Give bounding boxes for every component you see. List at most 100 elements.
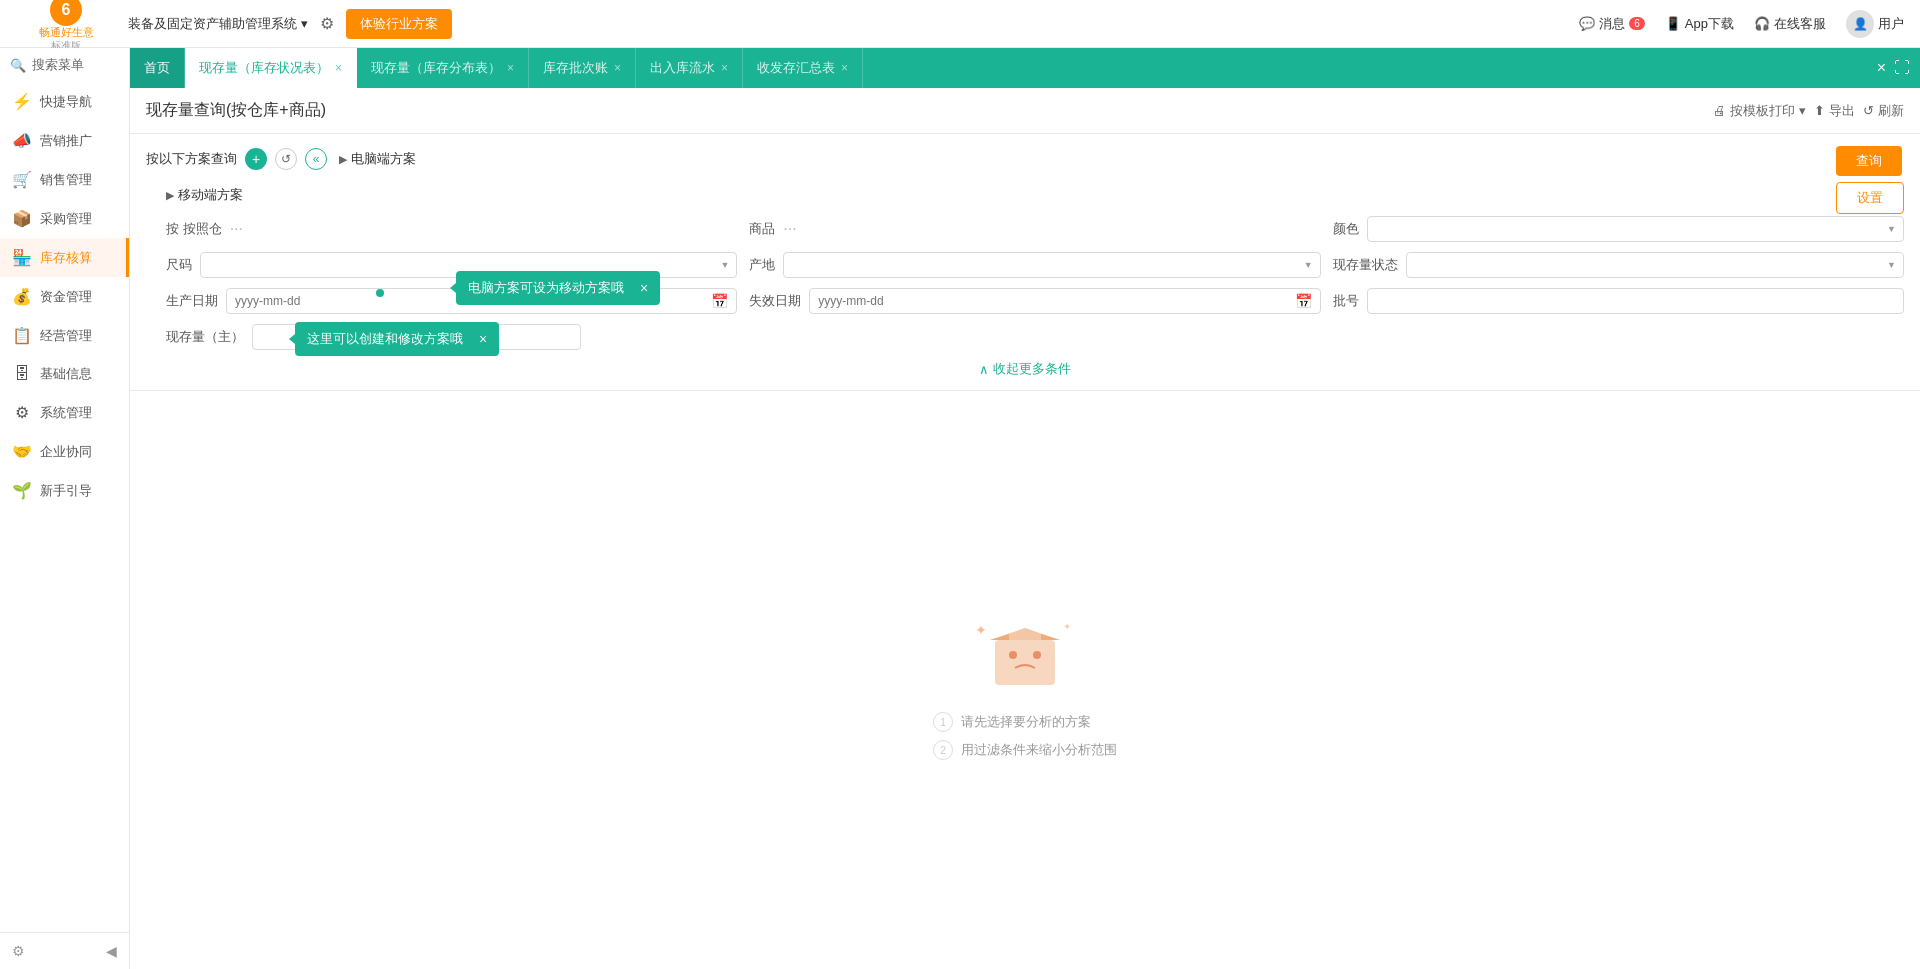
- step-1-text: 请先选择要分析的方案: [961, 713, 1091, 731]
- search-menu-button[interactable]: 🔍 搜索菜单: [0, 48, 129, 82]
- svg-text:✦: ✦: [975, 622, 987, 638]
- page-header: 现存量查询(按仓库+商品) 🖨 按模板打印 ▾ ⬆ 导出 ↺ 刷新: [130, 88, 1920, 134]
- filter-row-2: 尺码 产地 现存量状态: [166, 252, 1904, 278]
- print-button[interactable]: 🖨 按模板打印 ▾: [1713, 102, 1806, 120]
- desktop-scheme-item[interactable]: ▶ 电脑端方案: [339, 146, 416, 172]
- sidebar-item-quick-nav[interactable]: ⚡ 快捷导航: [0, 82, 129, 121]
- refresh-button[interactable]: ↺ 刷新: [1863, 102, 1904, 120]
- empty-step-2: 2 用过滤条件来缩小分析范围: [933, 740, 1117, 760]
- tab-close-all-button[interactable]: ×: [1877, 59, 1886, 77]
- tab-batch-account-close[interactable]: ×: [614, 61, 621, 75]
- tab-collect-summary[interactable]: 收发存汇总表 ×: [743, 48, 863, 88]
- goods-filter-item: 商品 ···: [749, 220, 1320, 238]
- tab-minimize-button[interactable]: ⛶: [1894, 59, 1910, 77]
- collapse-button[interactable]: ∧ 收起更多条件: [146, 360, 1904, 378]
- tab-spacer: [863, 48, 1867, 88]
- set-button[interactable]: 设置: [1836, 182, 1904, 214]
- stock-status-select[interactable]: [1406, 252, 1904, 278]
- sidebar-item-marketing[interactable]: 📣 营销推广: [0, 121, 129, 160]
- filter-row-1: 按 按照仓 ··· 商品 ··· 颜色: [166, 216, 1904, 242]
- print-chevron-icon: ▾: [1799, 103, 1806, 118]
- tooltip-create: 这里可以创建和修改方案哦 ×: [295, 322, 499, 356]
- top-bar: 6 畅通好生意 标准版 装备及固定资产辅助管理系统 ▾ ⚙ 体验行业方案 💬 消…: [0, 0, 1920, 48]
- app-download-item[interactable]: 📱 App下载: [1665, 15, 1734, 33]
- export-button[interactable]: ⬆ 导出: [1814, 102, 1855, 120]
- tab-home[interactable]: 首页: [130, 48, 185, 88]
- origin-select[interactable]: [783, 252, 1320, 278]
- filter-scheme-row: 按以下方案查询 + ↺ « ▶ 电脑端方案 电脑方案可设为移动方案哦: [146, 146, 1904, 172]
- message-item[interactable]: 💬 消息 6: [1579, 15, 1645, 33]
- calendar-icon-2: 📅: [1295, 293, 1312, 309]
- sidebar-item-finance[interactable]: 💰 资金管理: [0, 277, 129, 316]
- print-label: 按模板打印: [1730, 102, 1795, 120]
- tab-inventory-dist-close[interactable]: ×: [507, 61, 514, 75]
- sidebar-item-purchase[interactable]: 📦 采购管理: [0, 199, 129, 238]
- tab-batch-account-label: 库存批次账: [543, 59, 608, 77]
- empty-state: ✦ ✦ 1 请先选择要分析的方案 2 用过滤条件来缩小分析范围: [130, 391, 1920, 969]
- search-button[interactable]: 查询: [1836, 146, 1902, 176]
- sidebar-item-system-label: 系统管理: [40, 404, 92, 422]
- tab-collect-summary-close[interactable]: ×: [841, 61, 848, 75]
- trial-button[interactable]: 体验行业方案: [346, 9, 452, 39]
- newbie-icon: 🌱: [12, 481, 32, 500]
- warehouse-dots[interactable]: ···: [230, 220, 243, 238]
- sidebar-settings-button[interactable]: ⚙: [12, 943, 25, 959]
- message-icon: 💬: [1579, 16, 1595, 31]
- expiry-date-input[interactable]: [818, 294, 1290, 308]
- sidebar-item-enterprise[interactable]: 🤝 企业协同: [0, 432, 129, 471]
- flash-icon: ⚡: [12, 92, 32, 111]
- online-service-label: 在线客服: [1774, 15, 1826, 33]
- chevron-down-icon: ▾: [301, 16, 308, 31]
- headset-icon: 🎧: [1754, 16, 1770, 31]
- online-service-item[interactable]: 🎧 在线客服: [1754, 15, 1826, 33]
- sidebar-item-newbie[interactable]: 🌱 新手引导: [0, 471, 129, 510]
- expiry-date-label: 失效日期: [749, 292, 801, 310]
- sidebar-item-base-info[interactable]: 🗄 基础信息: [0, 355, 129, 393]
- sidebar-item-operations[interactable]: 📋 经营管理: [0, 316, 129, 355]
- tab-batch-account[interactable]: 库存批次账 ×: [529, 48, 636, 88]
- step-1-num: 1: [933, 712, 953, 732]
- tooltip-create-close[interactable]: ×: [471, 331, 487, 347]
- tab-inventory-status[interactable]: 现存量（库存状况表） ×: [185, 48, 357, 88]
- batch-input[interactable]: [1367, 288, 1904, 314]
- tooltip-pc-close[interactable]: ×: [632, 280, 648, 296]
- tab-inventory-status-close[interactable]: ×: [335, 61, 342, 75]
- goods-dots[interactable]: ···: [783, 220, 796, 238]
- batch-filter-item: 批号: [1333, 288, 1904, 314]
- filter-refresh-button[interactable]: ↺: [275, 148, 297, 170]
- collapse-label: 收起更多条件: [993, 360, 1071, 378]
- sidebar-item-sales[interactable]: 🛒 销售管理: [0, 160, 129, 199]
- sidebar-item-base-info-label: 基础信息: [40, 365, 92, 383]
- sidebar-collapse-button[interactable]: ◀: [106, 943, 117, 959]
- tab-inventory-dist-label: 现存量（库存分布表）: [371, 59, 501, 77]
- system-name-select[interactable]: 装备及固定资产辅助管理系统 ▾: [128, 15, 308, 33]
- sidebar-item-inventory[interactable]: 🏪 库存核算: [0, 238, 129, 277]
- tabs-bar: 首页 现存量（库存状况表） × 现存量（库存分布表） × 库存批次账 × 出入库…: [130, 48, 1920, 88]
- filter-add-button[interactable]: +: [245, 148, 267, 170]
- enterprise-icon: 🤝: [12, 442, 32, 461]
- tab-in-out-flow-label: 出入库流水: [650, 59, 715, 77]
- tab-inventory-dist[interactable]: 现存量（库存分布表） ×: [357, 48, 529, 88]
- sidebar-item-inventory-label: 库存核算: [40, 249, 92, 267]
- right-action-buttons: 查询 设置: [1836, 146, 1904, 214]
- color-filter-item: 颜色: [1333, 216, 1904, 242]
- sidebar-item-operations-label: 经营管理: [40, 327, 92, 345]
- filter-area: 按以下方案查询 + ↺ « ▶ 电脑端方案 电脑方案可设为移动方案哦: [130, 134, 1920, 391]
- message-label: 消息: [1599, 15, 1625, 33]
- tab-in-out-flow-close[interactable]: ×: [721, 61, 728, 75]
- tooltip-create-text: 这里可以创建和修改方案哦: [307, 330, 463, 348]
- tree-arrow-icon: ▶: [339, 153, 347, 166]
- sidebar-item-system[interactable]: ⚙ 系统管理: [0, 393, 129, 432]
- mobile-scheme-item[interactable]: ▶ 移动端方案: [166, 182, 1904, 208]
- user-item[interactable]: 👤 用户: [1846, 10, 1904, 38]
- origin-label: 产地: [749, 256, 775, 274]
- tab-in-out-flow[interactable]: 出入库流水 ×: [636, 48, 743, 88]
- color-select[interactable]: [1367, 216, 1904, 242]
- sidebar-footer: ⚙ ◀: [0, 932, 129, 969]
- settings-button[interactable]: ⚙: [320, 14, 334, 33]
- mobile-tree-arrow-icon: ▶: [166, 189, 174, 202]
- export-label: 导出: [1829, 102, 1855, 120]
- filter-arrow-button[interactable]: «: [305, 148, 327, 170]
- finance-icon: 💰: [12, 287, 32, 306]
- stock-qty-label: 现存量（主）: [166, 328, 244, 346]
